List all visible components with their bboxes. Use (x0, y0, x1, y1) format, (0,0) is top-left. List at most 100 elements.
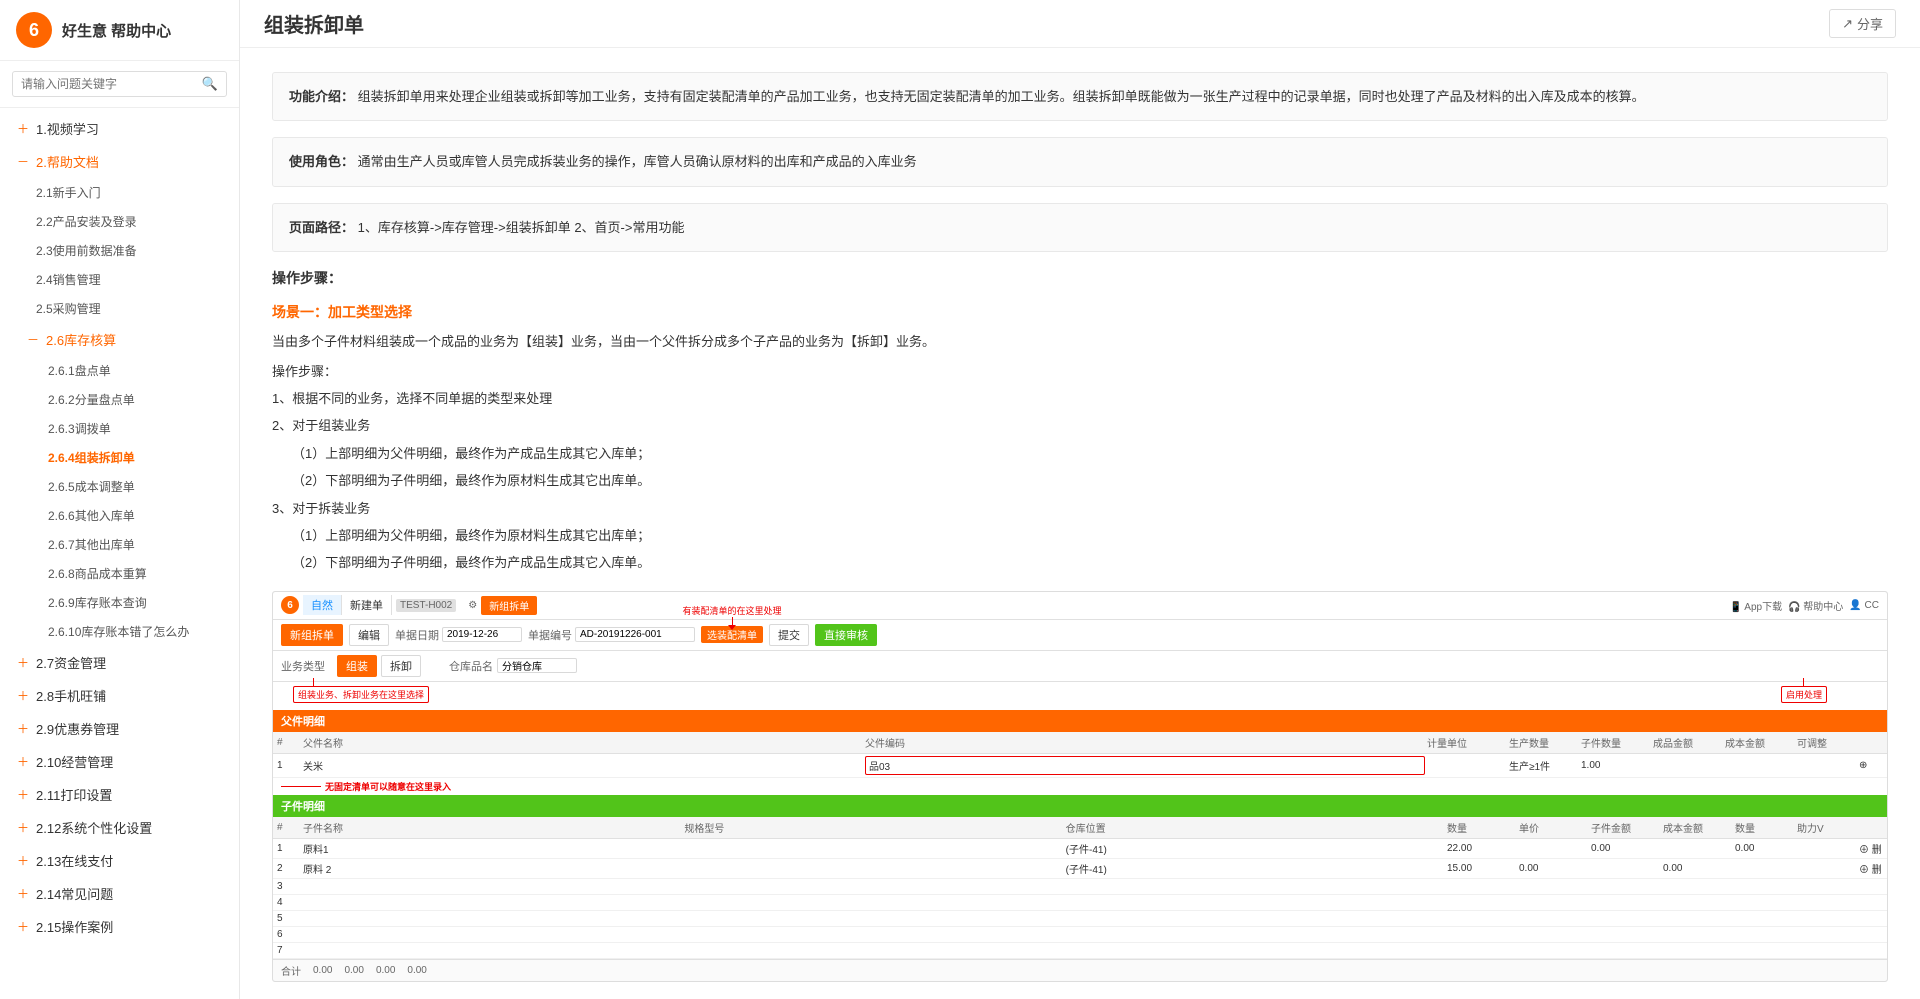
search-input[interactable] (21, 77, 202, 91)
role-label: 使用角色： (289, 154, 354, 169)
plus-icon: ＋ (16, 122, 30, 136)
scene1-title: 场景一：加工类型选择 (272, 302, 1888, 322)
sidebar-item-other-out[interactable]: 2.6.7其他出库单 (0, 530, 239, 559)
from-bom-btn[interactable]: 选装配清单 (701, 626, 763, 643)
sidebar-item-stocktake[interactable]: 2.6.1盘点单 (0, 356, 239, 385)
app-topbar-left: 6 自然 新建单 TEST-H002 ⚙ 新组拆单 (281, 595, 1724, 615)
sidebar-item-video[interactable]: ＋ 1.视频学习 (0, 112, 239, 145)
share-icon: ↗ (1842, 16, 1853, 32)
sidebar-item-new-user[interactable]: 2.1新手入门 (0, 178, 239, 207)
faq-plus-icon: ＋ (16, 887, 30, 901)
intro-text: 组装拆卸单用来处理企业组装或拆卸等加工业务，支持有固定装配清单的产品加工业务，也… (358, 89, 1645, 104)
brow1-action[interactable]: ⊕ 删 (1859, 841, 1883, 856)
sidebar-item-ops[interactable]: ＋ 2.10经营管理 (0, 745, 239, 778)
fund-plus-icon: ＋ (16, 656, 30, 670)
sidebar-item-transfer[interactable]: 2.6.3调拨单 (0, 414, 239, 443)
submit-btn[interactable]: 提交 (769, 624, 809, 646)
brow1-qty2: 0.00 (1735, 843, 1795, 854)
sidebar-item-stock-check[interactable]: 2.6.9库存账本查询 (0, 588, 239, 617)
footer-amount3: 0.00 (407, 965, 426, 976)
sidebar-item-custom[interactable]: ＋ 2.12系统个性化设置 (0, 811, 239, 844)
row-parent-code: 品03 (865, 756, 1425, 775)
sidebar-item-cost-recalc[interactable]: 2.6.8商品成本重算 (0, 559, 239, 588)
bcol-child-name: 子件名称 (303, 820, 682, 835)
sidebar-item-coupon-label: 2.9优惠券管理 (36, 719, 119, 738)
sidebar-item-cases-label: 2.15操作案例 (36, 917, 113, 936)
search-box: 🔍 (0, 61, 239, 108)
row-num: 1 (277, 760, 301, 771)
top-grid-row-1: 1 关米 品03 生产≥1件 1.00 ⊕ (273, 754, 1887, 778)
toolbar-new-btn[interactable]: 新组拆单 (281, 624, 343, 646)
sidebar-item-fund[interactable]: ＋ 2.7资金管理 (0, 646, 239, 679)
app-icon-3: 👤 CC (1849, 600, 1879, 611)
doc-no-input[interactable] (575, 627, 695, 642)
doc-no-label: 单据编号 (528, 627, 572, 643)
app-tab-home[interactable]: 自然 (303, 595, 342, 615)
col-parent-name: 父件名称 (303, 735, 863, 750)
sidebar: 6 好生意 帮助中心 🔍 ＋ 1.视频学习 － 2.帮助文档 2.1新手入门 2… (0, 0, 240, 999)
sidebar-item-faq[interactable]: ＋ 2.14常见问题 (0, 877, 239, 910)
col-prod-amt: 成品金额 (1653, 735, 1723, 750)
sidebar-item-mobile[interactable]: ＋ 2.8手机旺铺 (0, 679, 239, 712)
minus-icon: － (16, 155, 30, 169)
new-doc-btn[interactable]: 新组拆单 (481, 596, 537, 615)
sidebar-item-assembly[interactable]: 2.6.4组装拆卸单 (0, 443, 239, 472)
sidebar-item-account-err[interactable]: 2.6.10库存账本错了怎么办 (0, 617, 239, 646)
search-icon[interactable]: 🔍 (202, 76, 218, 92)
path-box: 页面路径： 1、库存核算->库存管理->组装拆卸单 2、首页->常用功能 (272, 203, 1888, 252)
bottom-grid-header: # 子件名称 规格型号 仓库位置 数量 单价 子件金额 成本金额 数量 助力V (273, 817, 1887, 839)
footer-amount2: 0.00 (376, 965, 395, 976)
bottom-grid-row-6: 6 (273, 927, 1887, 943)
step2-2: （2）下部明细为子件明细，最终作为原材料生成其它出库单。 (272, 469, 1888, 492)
sidebar-item-help-docs[interactable]: － 2.帮助文档 (0, 145, 239, 178)
coupon-plus-icon: ＋ (16, 722, 30, 736)
sidebar-item-partial-stocktake[interactable]: 2.6.2分量盘点单 (0, 385, 239, 414)
brow2-action[interactable]: ⊕ 删 (1859, 861, 1883, 876)
search-input-wrap[interactable]: 🔍 (12, 71, 227, 97)
bottom-grid-row-1: 1 原料1 (子件-41) 22.00 0.00 0.00 ⊕ 删 (273, 839, 1887, 859)
col-child-qty: 子件数量 (1581, 735, 1651, 750)
doc-no-field: 单据编号 (528, 627, 695, 643)
bottom-grid-row-3: 3 (273, 879, 1887, 895)
toolbar-edit-btn[interactable]: 编辑 (349, 624, 389, 646)
sidebar-item-inventory-label: 2.6库存核算 (46, 330, 116, 349)
row-action-btn[interactable]: ⊕ (1859, 760, 1883, 771)
type-label: 业务类型 (281, 658, 325, 674)
date-field: 单据日期 (395, 627, 522, 643)
sidebar-item-other-in[interactable]: 2.6.6其他入库单 (0, 501, 239, 530)
annotation-spacer (273, 682, 1887, 710)
top-grid-header: # 父件名称 父件编码 计量单位 生产数量 子件数量 成品金额 成本金额 可调整 (273, 732, 1887, 754)
sidebar-item-coupon[interactable]: ＋ 2.9优惠券管理 (0, 712, 239, 745)
sidebar-item-custom-label: 2.12系统个性化设置 (36, 818, 152, 837)
date-input[interactable] (442, 627, 522, 642)
cases-plus-icon: ＋ (16, 920, 30, 934)
sidebar-item-online-pay[interactable]: ＋ 2.13在线支付 (0, 844, 239, 877)
test-badge: TEST-H002 (396, 599, 456, 612)
logo-area: 6 好生意 帮助中心 (0, 0, 239, 61)
sidebar-item-install[interactable]: 2.2产品安装及登录 (0, 207, 239, 236)
settings-icon: ⚙ (468, 600, 477, 611)
pay-plus-icon: ＋ (16, 854, 30, 868)
sidebar-item-cases[interactable]: ＋ 2.15操作案例 (0, 910, 239, 943)
sidebar-item-inventory[interactable]: － 2.6库存核算 (0, 323, 239, 356)
sidebar-item-mobile-label: 2.8手机旺铺 (36, 686, 106, 705)
row-prod-qty: 生产≥1件 (1509, 758, 1579, 773)
footer-qty-total: 0.00 (313, 965, 332, 976)
sidebar-item-print[interactable]: ＋ 2.11打印设置 (0, 778, 239, 811)
sidebar-item-purchase[interactable]: 2.5采购管理 (0, 294, 239, 323)
sidebar-item-fund-label: 2.7资金管理 (36, 653, 106, 672)
confirm-btn[interactable]: 直接审核 (815, 624, 877, 646)
sidebar-item-sales[interactable]: 2.4销售管理 (0, 265, 239, 294)
app-tab-new[interactable]: 新建单 (342, 595, 392, 615)
sidebar-item-data-prep[interactable]: 2.3使用前数据准备 (0, 236, 239, 265)
brow2-price: 0.00 (1519, 863, 1589, 874)
bcol-spec: 规格型号 (684, 820, 1063, 835)
share-button[interactable]: ↗ 分享 (1829, 9, 1896, 38)
row-parent-name: 关米 (303, 758, 863, 773)
role-text: 通常由生产人员或库管人员完成拆装业务的操作，库管人员确认原材料的出库和产成品的入… (358, 154, 917, 169)
type-assembly-btn[interactable]: 组装 (337, 655, 377, 677)
sidebar-item-cost-adj[interactable]: 2.6.5成本调整单 (0, 472, 239, 501)
type-disassembly-btn[interactable]: 拆卸 (381, 655, 421, 677)
row-child-qty: 1.00 (1581, 760, 1651, 771)
warehouse-input[interactable] (497, 658, 577, 673)
